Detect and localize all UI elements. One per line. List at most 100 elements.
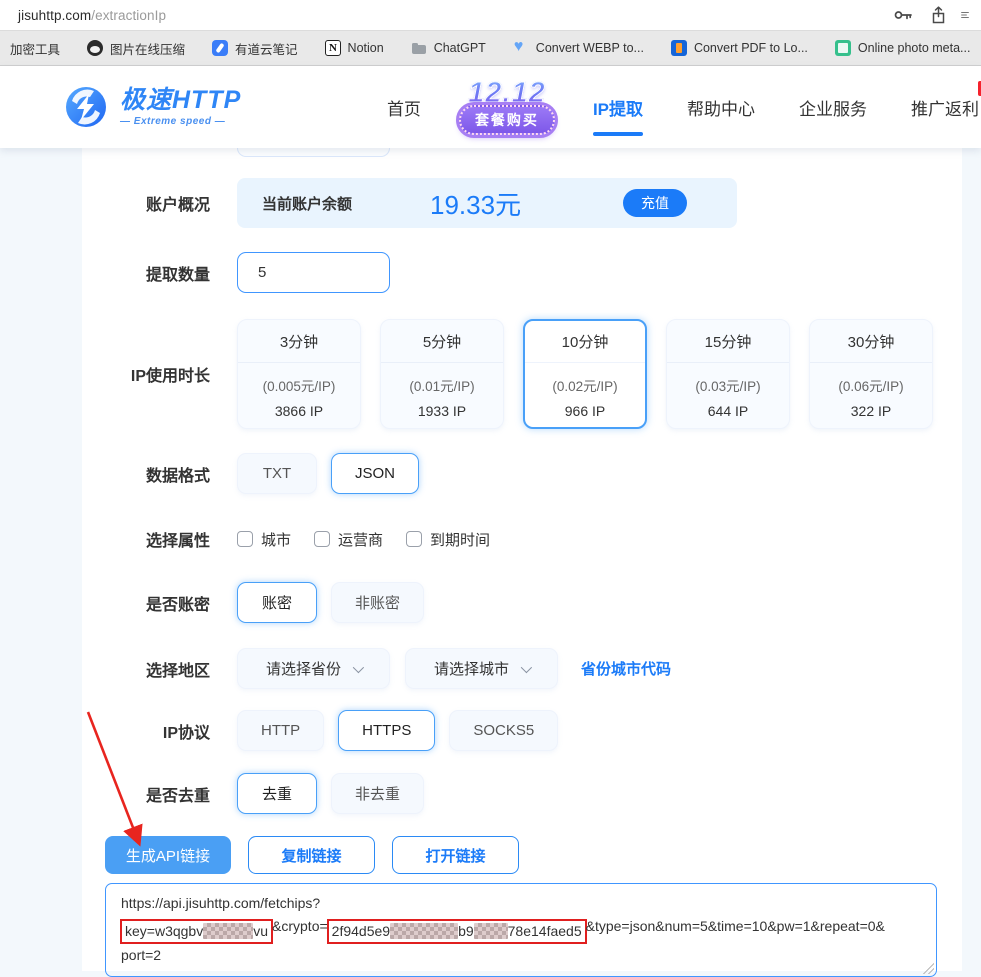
api-url-line3: port=2 bbox=[121, 947, 162, 963]
photo-icon bbox=[834, 40, 851, 56]
card-divider bbox=[381, 362, 503, 363]
mosaic-redaction bbox=[390, 923, 459, 939]
card-divider bbox=[238, 362, 360, 363]
promo-package-buy-label: 套餐购买 bbox=[455, 101, 558, 138]
promo-1212-text: 12.12 bbox=[468, 76, 546, 109]
dedupe-options: 去重 非去重 bbox=[237, 773, 425, 814]
copy-link-button[interactable]: 复制链接 bbox=[248, 836, 375, 874]
data-format-row: 数据格式 TXT JSON bbox=[105, 453, 962, 494]
checkbox-unchecked[interactable] bbox=[314, 531, 331, 547]
bookmark-item[interactable]: Convert PDF to Lo... bbox=[670, 40, 808, 56]
pdf-icon bbox=[670, 40, 687, 56]
bookmark-label: ChatGPT bbox=[433, 41, 486, 55]
region-row: 选择地区 请选择省份 请选择城市 省份城市代码 bbox=[105, 648, 962, 689]
attribute-checkbox-item[interactable]: 运营商 bbox=[314, 529, 383, 550]
attribute-checkbox-item[interactable]: 到期时间 bbox=[406, 529, 490, 550]
protocol-chip[interactable]: HTTP bbox=[237, 710, 325, 751]
bookmark-item[interactable]: 有道云笔记 bbox=[212, 39, 298, 58]
api-url-output[interactable]: https://api.jisuhttp.com/fetchips? key=w… bbox=[105, 883, 937, 977]
bookmark-label: 有道云笔记 bbox=[235, 42, 298, 57]
quantity-input[interactable] bbox=[237, 252, 390, 293]
card-divider bbox=[667, 362, 789, 363]
checkbox-unchecked[interactable] bbox=[237, 531, 253, 547]
folder-icon bbox=[411, 40, 427, 56]
page-url[interactable]: jisuhttp.com/extractionIp bbox=[18, 8, 166, 23]
city-select[interactable]: 请选择城市 bbox=[405, 648, 558, 689]
quantity-label: 提取数量 bbox=[145, 266, 210, 284]
duration-card[interactable]: 30分钟 (0.06元/IP) 322 IP bbox=[809, 319, 933, 429]
auth-row: 是否账密 账密 非账密 bbox=[105, 582, 962, 623]
bookmark-item[interactable]: ChatGPT bbox=[411, 40, 486, 56]
auth-chip[interactable]: 非账密 bbox=[331, 582, 425, 623]
protocol-chip[interactable]: SOCKS5 bbox=[449, 710, 559, 751]
password-key-icon[interactable] bbox=[893, 6, 915, 24]
generate-api-link-button[interactable]: 生成API链接 bbox=[105, 836, 231, 874]
nav-item-enterprise[interactable]: 企业服务 bbox=[799, 95, 867, 120]
redacted-highlight-box: key=w3qgbv vu bbox=[120, 919, 274, 944]
checkbox-unchecked[interactable] bbox=[406, 531, 423, 547]
duration-card[interactable]: 5分钟 (0.01元/IP) 1933 IP bbox=[380, 319, 504, 429]
bookmarks-bar: 加密工具 图片在线压缩 有道云笔记 Notion ChatGPT Convert… bbox=[0, 30, 981, 66]
duration-card[interactable]: 10分钟 (0.02元/IP) 966 IP bbox=[523, 319, 647, 429]
url-text-segment: &type=json&num=5&time=10&pw=1&repeat=0& bbox=[585, 918, 885, 934]
url-path: /extractionIp bbox=[91, 7, 167, 23]
dedupe-row: 是否去重 去重 非去重 bbox=[105, 773, 962, 814]
nav-item-ip-extract[interactable]: IP提取 bbox=[593, 95, 643, 120]
url-host: jisuhttp.com bbox=[18, 7, 92, 23]
protocol-row: IP协议 HTTP HTTPS SOCKS5 bbox=[105, 710, 962, 751]
dedupe-chip[interactable]: 非去重 bbox=[331, 773, 425, 814]
quantity-row: 提取数量 bbox=[105, 252, 962, 293]
main-nav: 首页 12.12 套餐购买 IP提取 帮助中心 企业服务 推广返利 bbox=[387, 76, 981, 138]
site-header: 极速HTTP — Extreme speed — 首页 12.12 套餐购买 I… bbox=[0, 66, 981, 148]
brand-logo[interactable]: 极速HTTP — Extreme speed — bbox=[64, 85, 241, 129]
bookmark-label: Convert WEBP to... bbox=[535, 41, 644, 55]
province-city-code-link[interactable]: 省份城市代码 bbox=[581, 658, 671, 679]
attribute-options: 城市 运营商 到期时间 bbox=[237, 529, 490, 550]
recharge-button[interactable]: 充值 bbox=[623, 189, 687, 217]
lightning-logo-icon bbox=[66, 87, 106, 127]
panda-icon bbox=[87, 40, 104, 56]
region-label: 选择地区 bbox=[145, 662, 210, 680]
brand-text: 极速HTTP — Extreme speed — bbox=[120, 87, 241, 127]
chevron-down-icon bbox=[520, 661, 533, 673]
bookmark-item[interactable]: 加密工具 bbox=[10, 39, 60, 58]
sidebar-partial-icon[interactable] bbox=[961, 6, 969, 24]
account-overview-row: 账户概况 当前账户余额 19.33元 充值 bbox=[105, 178, 962, 228]
bookmark-label: 加密工具 bbox=[10, 42, 61, 57]
protocol-options: HTTP HTTPS SOCKS5 bbox=[237, 710, 559, 751]
browser-address-bar[interactable]: jisuhttp.com/extractionIp bbox=[0, 0, 981, 30]
api-url-line1: https://api.jisuhttp.com/fetchips? bbox=[121, 895, 321, 911]
bookmark-label: Convert PDF to Lo... bbox=[693, 41, 808, 55]
nav-item-home[interactable]: 首页 bbox=[387, 95, 421, 120]
bookmark-item[interactable]: Notion bbox=[324, 40, 384, 56]
bookmark-label: Notion bbox=[347, 41, 384, 55]
bookmark-item[interactable]: Convert WEBP to... bbox=[513, 38, 644, 56]
bookmark-label: Online photo meta... bbox=[857, 41, 971, 55]
bookmark-item[interactable]: 图片在线压缩 bbox=[87, 39, 185, 58]
youdao-icon bbox=[212, 40, 229, 56]
auth-chip[interactable]: 账密 bbox=[237, 582, 317, 623]
balance-box: 当前账户余额 19.33元 充值 bbox=[237, 178, 737, 228]
duration-card[interactable]: 15分钟 (0.03元/IP) 644 IP bbox=[666, 319, 790, 429]
attribute-checkbox-item[interactable]: 城市 bbox=[237, 529, 291, 550]
page-body: 账户概况 当前账户余额 19.33元 充值 提取数量 IP使用时长 bbox=[0, 148, 981, 977]
promo-banner-1212[interactable]: 12.12 套餐购买 bbox=[455, 76, 558, 138]
attributes-label: 选择属性 bbox=[145, 533, 210, 550]
open-link-button[interactable]: 打开链接 bbox=[392, 836, 519, 874]
nav-item-help-center[interactable]: 帮助中心 bbox=[687, 95, 755, 120]
duration-card[interactable]: 3分钟 (0.005元/IP) 3866 IP bbox=[237, 319, 361, 429]
balance-label: 当前账户余额 bbox=[262, 195, 353, 213]
notion-icon bbox=[324, 40, 341, 56]
format-chip[interactable]: JSON bbox=[331, 453, 420, 494]
nav-item-promotion[interactable]: 推广返利 bbox=[911, 80, 981, 120]
duration-label: IP使用时长 bbox=[130, 368, 210, 385]
extraction-form-card: 账户概况 当前账户余额 19.33元 充值 提取数量 IP使用时长 bbox=[82, 148, 962, 977]
share-icon[interactable] bbox=[927, 6, 949, 24]
format-chip[interactable]: TXT bbox=[237, 453, 317, 494]
balance-value: 19.33元 bbox=[430, 189, 522, 220]
mosaic-redaction bbox=[473, 923, 508, 939]
dedupe-chip[interactable]: 去重 bbox=[237, 773, 317, 814]
bookmark-item[interactable]: Online photo meta... bbox=[834, 40, 971, 56]
protocol-chip[interactable]: HTTPS bbox=[338, 710, 436, 751]
province-select[interactable]: 请选择省份 bbox=[237, 648, 390, 689]
